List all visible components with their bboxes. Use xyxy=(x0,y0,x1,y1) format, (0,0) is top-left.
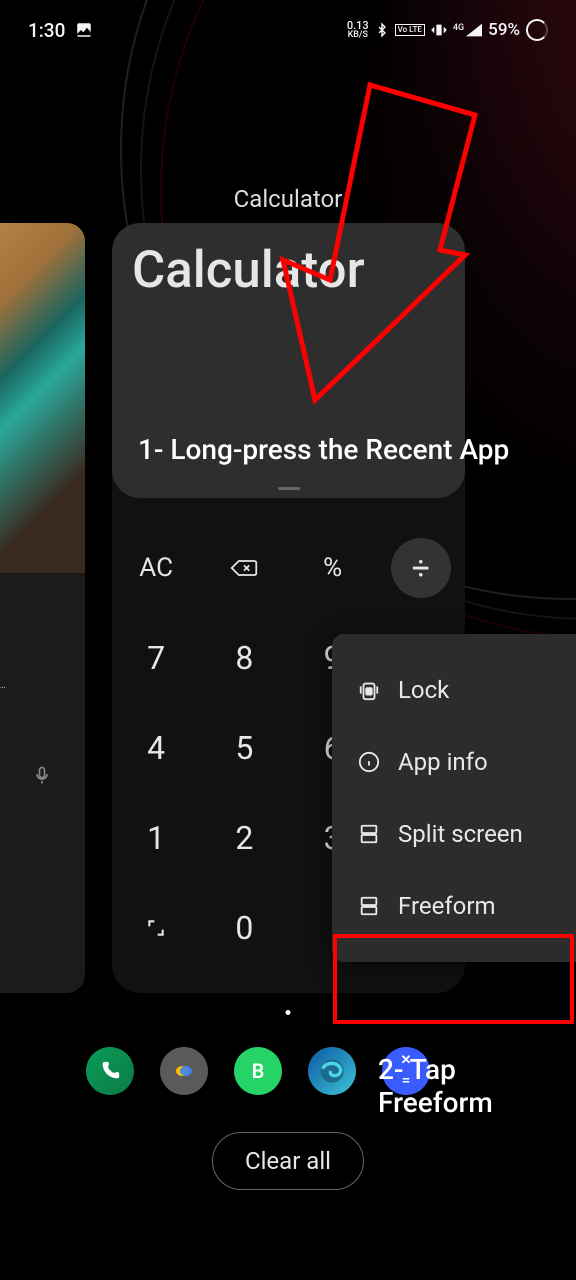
data-rate: 0.13 KB/S xyxy=(347,21,369,39)
battery-ring-icon xyxy=(526,19,548,41)
battery-percent: 59% xyxy=(488,20,520,40)
signal-icon: 4G xyxy=(453,23,482,37)
annotation-step1: 1- Long-press the Recent App xyxy=(138,433,509,466)
calculator-title: Calculator xyxy=(132,241,445,300)
info-icon xyxy=(358,751,380,773)
menu-item-lock[interactable]: Lock xyxy=(332,654,576,726)
picture-icon xyxy=(75,21,93,39)
recent-app-label: Calculator xyxy=(0,185,576,213)
menu-label: Split screen xyxy=(398,820,523,848)
volte-icon: Vo LTE xyxy=(395,24,425,35)
lock-icon xyxy=(358,679,380,701)
menu-label: Freeform xyxy=(398,892,496,920)
vibrate-icon xyxy=(431,22,447,38)
freeform-icon xyxy=(358,895,380,917)
key-4[interactable]: 4 xyxy=(126,718,186,778)
menu-label: App info xyxy=(398,748,488,776)
recent-app-card-peek[interactable]: reddit: the fro… xyxy=(0,223,85,993)
dock-app-edge[interactable] xyxy=(308,1047,356,1095)
dock-app-dialer[interactable] xyxy=(86,1047,134,1095)
menu-item-split-screen[interactable]: Split screen xyxy=(332,798,576,870)
status-bar: 1:30 0.13 KB/S Vo LTE 4G 59% xyxy=(0,0,576,60)
mic-icon xyxy=(32,765,52,785)
key-7[interactable]: 7 xyxy=(126,628,186,688)
annotation-highlight-box xyxy=(333,934,574,1024)
key-5[interactable]: 5 xyxy=(214,718,274,778)
key-percent[interactable]: % xyxy=(303,538,363,598)
menu-item-app-info[interactable]: App info xyxy=(332,726,576,798)
menu-label: Lock xyxy=(398,676,449,704)
key-divide[interactable]: ÷ xyxy=(391,538,451,598)
bluetooth-icon xyxy=(375,21,389,39)
key-expand[interactable] xyxy=(126,898,186,958)
key-2[interactable]: 2 xyxy=(214,808,274,868)
key-ac[interactable]: AC xyxy=(126,538,186,598)
reddit-label: reddit: the fro… xyxy=(0,678,6,691)
drag-handle-icon xyxy=(278,487,300,490)
annotation-step2: 2- Tap Freeform xyxy=(378,1053,576,1119)
dock-app-wallet[interactable] xyxy=(160,1047,208,1095)
clear-all-button[interactable]: Clear all xyxy=(212,1132,364,1190)
split-screen-icon xyxy=(358,823,380,845)
key-8[interactable]: 8 xyxy=(214,628,274,688)
recent-app-context-menu: Lock App info Split screen Freeform xyxy=(332,634,576,962)
key-0[interactable]: 0 xyxy=(214,898,274,958)
key-1[interactable]: 1 xyxy=(126,808,186,868)
menu-item-freeform[interactable]: Freeform xyxy=(332,870,576,942)
key-backspace[interactable] xyxy=(214,538,274,598)
peek-thumbnail xyxy=(0,223,85,573)
page-indicator xyxy=(286,1010,291,1015)
status-time: 1:30 xyxy=(28,19,65,42)
dock-app-whatsapp[interactable]: B xyxy=(234,1047,282,1095)
